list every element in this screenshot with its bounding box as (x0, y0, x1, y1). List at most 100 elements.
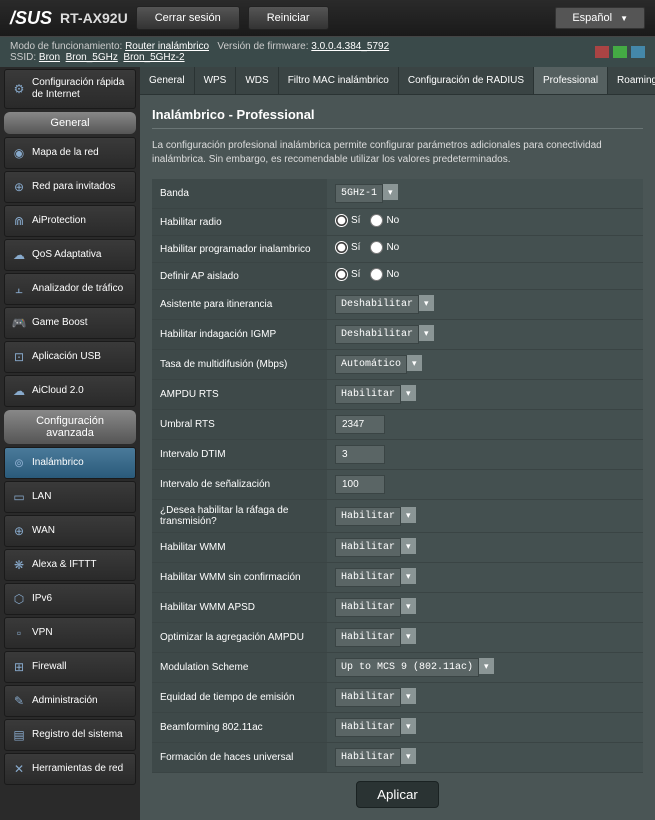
text-input[interactable] (335, 415, 385, 434)
chevron-down-icon[interactable]: ▾ (479, 658, 494, 674)
radio-no[interactable]: No (370, 268, 399, 281)
table-row: Intervalo de señalización (152, 470, 643, 500)
select-dropdown[interactable]: Habilitar (335, 688, 401, 707)
select-dropdown[interactable]: Up to MCS 9 (802.11ac) (335, 658, 479, 677)
table-row: AMPDU RTSHabilitar▾ (152, 380, 643, 410)
sidebar-icon: 🎮 (10, 315, 28, 331)
tab[interactable]: Filtro MAC inalámbrico (279, 67, 399, 94)
chevron-down-icon[interactable]: ▾ (401, 385, 416, 401)
sidebar-item[interactable]: ☁QoS Adaptativa (4, 239, 136, 271)
sidebar-item-label: IPv6 (32, 593, 52, 605)
table-row: Formación de haces universalHabilitar▾ (152, 743, 643, 773)
sidebar-item[interactable]: ⊕WAN (4, 515, 136, 547)
sidebar-item[interactable]: ⋒AiProtection (4, 205, 136, 237)
chevron-down-icon[interactable]: ▾ (407, 355, 422, 371)
chevron-down-icon[interactable]: ▾ (419, 295, 434, 311)
chevron-down-icon[interactable]: ▾ (401, 568, 416, 584)
sidebar-item[interactable]: ⊞Firewall (4, 651, 136, 683)
settings-table: Banda5GHz-1▾Habilitar radioSíNoHabilitar… (152, 179, 643, 773)
language-selector[interactable]: Español ▼ (555, 7, 645, 29)
chevron-down-icon[interactable]: ▾ (401, 688, 416, 704)
tab[interactable]: Professional (534, 67, 608, 94)
setting-label: Intervalo DTIM (152, 440, 327, 470)
setting-control: Sí No (327, 236, 643, 263)
sidebar-item[interactable]: ✎Administración (4, 685, 136, 717)
select-dropdown[interactable]: Habilitar (335, 748, 401, 767)
table-row: Equidad de tiempo de emisiónHabilitar▾ (152, 683, 643, 713)
table-row: Habilitar WMM APSDHabilitar▾ (152, 593, 643, 623)
sidebar-item[interactable]: ▫VPN (4, 617, 136, 649)
table-row: Modulation SchemeUp to MCS 9 (802.11ac)▾ (152, 653, 643, 683)
select-dropdown[interactable]: Habilitar (335, 538, 401, 557)
chevron-down-icon[interactable]: ▾ (401, 628, 416, 644)
sidebar-item[interactable]: ⊚Inalámbrico (4, 447, 136, 479)
text-input[interactable] (335, 445, 385, 464)
status-icon-3[interactable] (631, 46, 645, 58)
apply-button[interactable]: Aplicar (356, 781, 439, 808)
sidebar-item[interactable]: ✕ Herramientas de red (4, 753, 136, 785)
sidebar-item-label: AiCloud 2.0 (32, 385, 84, 397)
sidebar-item-label: Firewall (32, 661, 66, 673)
tab[interactable]: Configuración de RADIUS (399, 67, 534, 94)
sidebar-item[interactable]: ❋Alexa & IFTTT (4, 549, 136, 581)
fw-link[interactable]: 3.0.0.4.384_5792 (311, 41, 389, 52)
table-row: Habilitar WMMHabilitar▾ (152, 533, 643, 563)
sidebar-item[interactable]: ▤Registro del sistema (4, 719, 136, 751)
chevron-down-icon[interactable]: ▾ (401, 748, 416, 764)
text-input[interactable] (335, 475, 385, 494)
sidebar-item-label: Herramientas de red (32, 763, 123, 775)
select-dropdown[interactable]: Deshabilitar (335, 295, 419, 314)
status-icon-1[interactable] (595, 46, 609, 58)
select-dropdown[interactable]: 5GHz-1 (335, 184, 383, 203)
radio-si[interactable]: Sí (335, 241, 360, 254)
select-dropdown[interactable]: Deshabilitar (335, 325, 419, 344)
radio-no[interactable]: No (370, 241, 399, 254)
ssid3-link[interactable]: Bron_5GHz-2 (123, 52, 184, 63)
ssid2-link[interactable]: Bron_5GHz (66, 52, 118, 63)
select-dropdown[interactable]: Habilitar (335, 628, 401, 647)
status-icon-2[interactable] (613, 46, 627, 58)
tab[interactable]: Roaming Block List (608, 67, 655, 94)
sidebar-item[interactable]: ⬡IPv6 (4, 583, 136, 615)
sidebar-icon: ▫ (10, 625, 28, 641)
reboot-button[interactable]: Reiniciar (248, 6, 329, 30)
sidebar-item[interactable]: ⊡Aplicación USB (4, 341, 136, 373)
tab[interactable]: WDS (236, 67, 278, 94)
select-dropdown[interactable]: Habilitar (335, 507, 401, 526)
chevron-down-icon[interactable]: ▾ (401, 598, 416, 614)
select-dropdown[interactable]: Habilitar (335, 718, 401, 737)
select-dropdown[interactable]: Habilitar (335, 598, 401, 617)
sidebar-icon: ✕ (10, 761, 28, 777)
sidebar-icon: ⊕ (10, 179, 28, 195)
table-row: Habilitar radioSíNo (152, 209, 643, 236)
sidebar-item[interactable]: ⊕Red para invitados (4, 171, 136, 203)
sidebar-item[interactable]: ▭LAN (4, 481, 136, 513)
chevron-down-icon[interactable]: ▾ (401, 538, 416, 554)
mode-link[interactable]: Router inalámbrico (125, 41, 209, 52)
sidebar-item[interactable]: ☁AiCloud 2.0 (4, 375, 136, 407)
logout-button[interactable]: Cerrar sesión (136, 6, 240, 30)
sidebar-item-label: Alexa & IFTTT (32, 559, 96, 571)
chevron-down-icon[interactable]: ▾ (419, 325, 434, 341)
chevron-down-icon[interactable]: ▾ (401, 507, 416, 523)
radio-si[interactable]: Sí (335, 268, 360, 281)
sidebar-item[interactable]: 🎮Game Boost (4, 307, 136, 339)
sidebar-quick-setup[interactable]: ⚙ Configuración rápida de Internet (4, 69, 136, 109)
chevron-down-icon[interactable]: ▾ (401, 718, 416, 734)
tab[interactable]: General (140, 67, 195, 94)
select-dropdown[interactable]: Habilitar (335, 568, 401, 587)
select-dropdown[interactable]: Habilitar (335, 385, 401, 404)
table-row: Umbral RTS (152, 410, 643, 440)
radio-no[interactable]: No (370, 214, 399, 227)
setting-control: Habilitar▾ (327, 563, 643, 593)
sidebar-item[interactable]: ◉Mapa de la red (4, 137, 136, 169)
select-dropdown[interactable]: Automático (335, 355, 407, 374)
sidebar-item[interactable]: ⫠Analizador de tráfico (4, 273, 136, 305)
ssid1-link[interactable]: Bron (39, 52, 60, 63)
tab[interactable]: WPS (195, 67, 237, 94)
sidebar-icon: ⊕ (10, 523, 28, 539)
sidebar-section-advanced: Configuración avanzada (4, 410, 136, 444)
radio-si[interactable]: Sí (335, 214, 360, 227)
chevron-down-icon[interactable]: ▾ (383, 184, 398, 200)
table-row: Beamforming 802.11acHabilitar▾ (152, 713, 643, 743)
